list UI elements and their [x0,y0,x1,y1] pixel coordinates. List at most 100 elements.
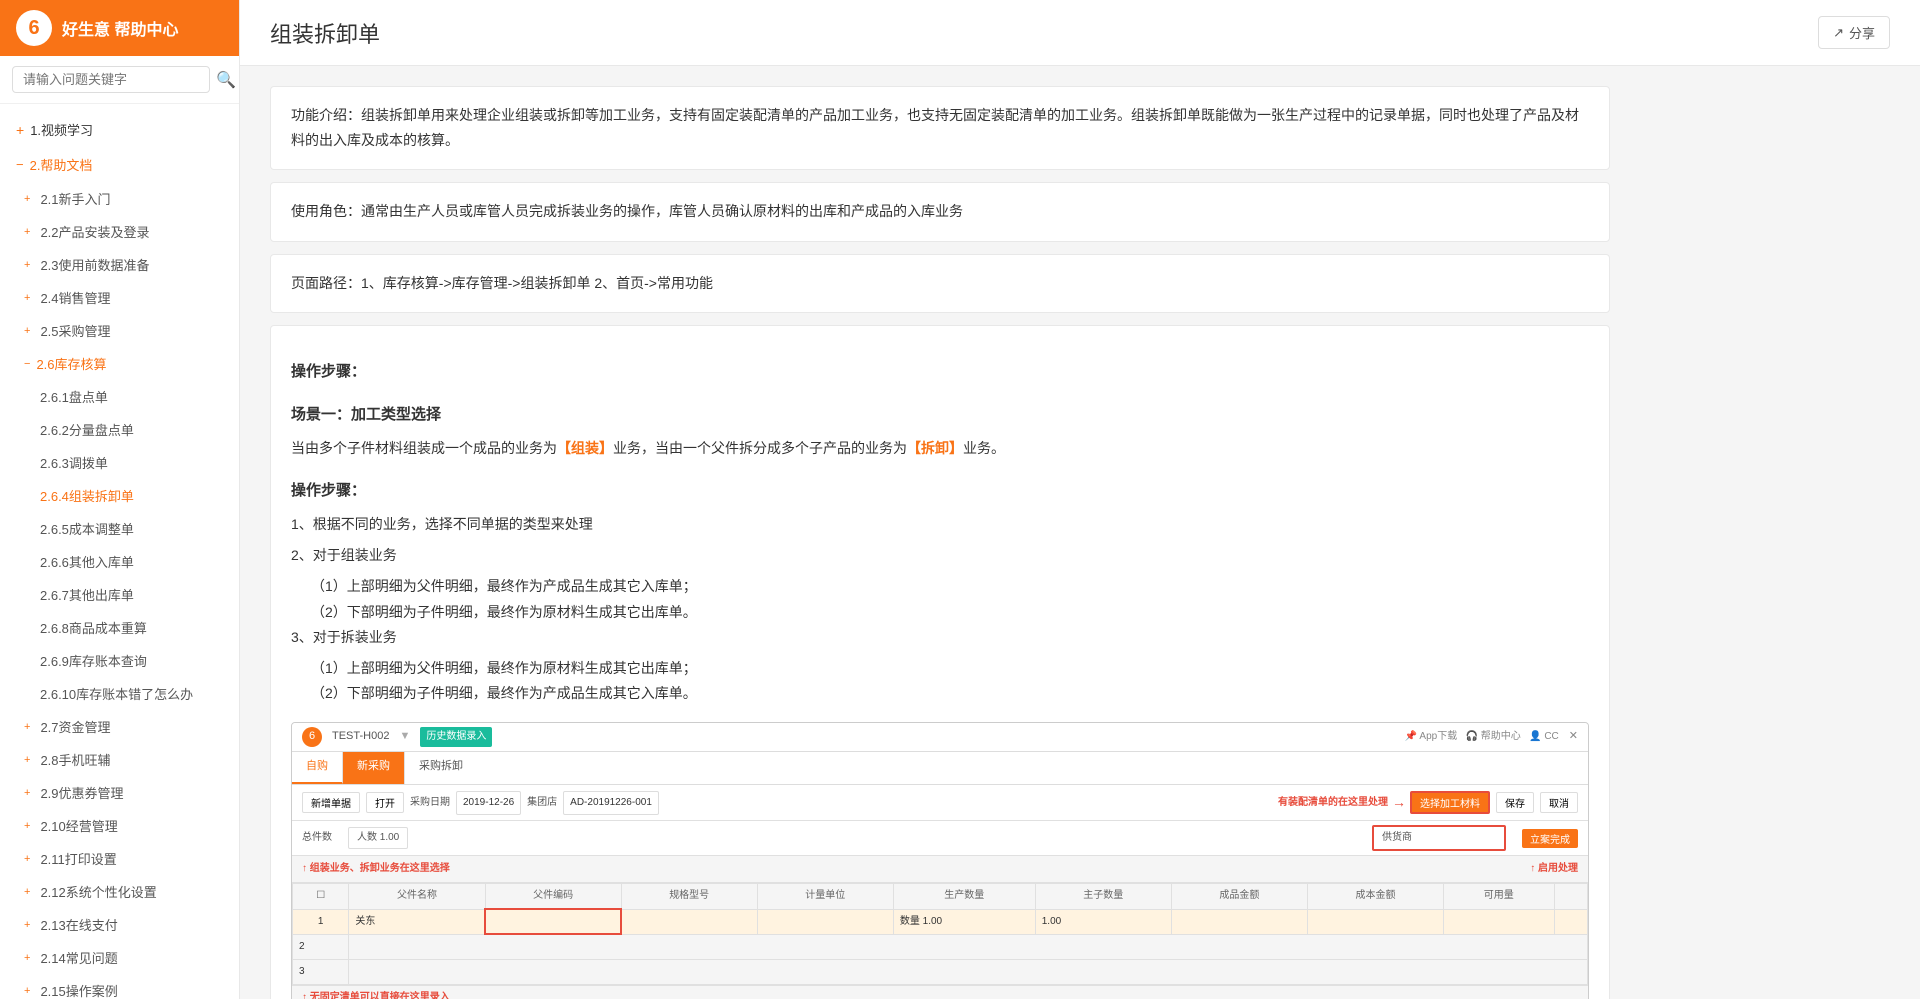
nav-sub-item-2.12[interactable]: + 2.12系统个性化设置 [0,875,239,908]
td-1-prod-amt [1171,909,1307,934]
mock-btn-open[interactable]: 打开 [366,792,404,813]
share-button[interactable]: ↗ 分享 [1818,16,1890,49]
path-block: 页面路径：1、库存核算->库存管理->组装拆卸单 2、首页->常用功能 [270,254,1610,313]
td-1-spec [621,909,757,934]
mock-btn-save[interactable]: 保存 [1496,792,1534,813]
nav-sub-item-2.6.8[interactable]: 2.6.8商品成本重算 [0,611,239,644]
nav-sub-item-2.1[interactable]: + 2.1新手入门 [0,182,239,215]
mock-qty-value: 人数 1.00 [348,827,408,849]
th-parent-name: 父件名称 [349,884,485,910]
step-3-sub-1: （1）上部明细为父件明细，最终作为原材料生成其它出库单； [291,656,1589,681]
main-content: 组装拆卸单 ↗ 分享 功能介绍：组装拆卸单用来处理企业组装或拆卸等加工业务，支持… [240,0,1920,999]
mock-code-label: 集团店 [527,794,557,812]
search-input[interactable] [12,66,210,93]
nav-sub-item-2.6.3[interactable]: 2.6.3调拨单 [0,446,239,479]
mock-sub-info: 总件数 人数 1.00 供货商 立案完成 [292,821,1588,856]
nav-sub-item-2.6.1[interactable]: 2.6.1盘点单 [0,380,239,413]
intro-block: 功能介绍：组装拆卸单用来处理企业组装或拆卸等加工业务，支持有固定装配清单的产品加… [270,86,1610,170]
step-2: 2、对于组装业务 [291,543,1589,568]
th-prod-qty: 生产数量 [893,884,1035,910]
collapse-icon-2.6: − [24,358,30,370]
nav-label-2.6.10: 2.6.10库存账本错了怎么办 [40,684,193,703]
td-1-name: 关东 [349,909,485,934]
mock-btn-cancel[interactable]: 取消 [1540,792,1578,813]
td-2-check: 2 [293,934,349,959]
annotation-3-area: ↑ 组装业务、拆卸业务在这里选择 [302,860,450,878]
path-text: 页面路径：1、库存核算->库存管理->组装拆卸单 2、首页->常用功能 [291,271,1589,296]
mock-tab-disassemble[interactable]: 采购拆卸 [405,752,477,784]
nav-label-2.4: 2.4销售管理 [40,288,110,307]
operations-title: 操作步骤： [291,358,1589,385]
nav-item-help-docs[interactable]: − 2.帮助文档 [0,147,239,182]
nav-label-2.6.9: 2.6.9库存账本查询 [40,651,147,670]
nav-sub-item-2.6.4[interactable]: 2.6.4组装拆卸单 [0,479,239,512]
mock-btn-add[interactable]: 新增单据 [302,792,360,813]
expand-icon-2.5: + [24,325,30,337]
td-3-empty [349,959,1588,984]
mock-tab-zigo[interactable]: 自购 [292,752,343,784]
nav-sub-item-2.2[interactable]: + 2.2产品安装及登录 [0,215,239,248]
nav-sub-item-2.6.10[interactable]: 2.6.10库存账本错了怎么办 [0,677,239,710]
expand-icon-2.1: + [24,193,30,205]
th-avail-qty: 可用量 [1444,884,1554,910]
nav-sub-item-2.8[interactable]: + 2.8手机旺辅 [0,743,239,776]
screenshot-container: 6 TEST-H002 ▼ 历史数据录入 📌 App下载 🎧 帮助中心 👤 CC… [291,722,1589,999]
th-checkbox: ☐ [293,884,349,910]
table-row-3: 3 [293,959,1588,984]
th-unit: 计量单位 [757,884,893,910]
nav-sub-item-2.9[interactable]: + 2.9优惠券管理 [0,776,239,809]
nav-sub-item-2.6.2[interactable]: 2.6.2分量盘点单 [0,413,239,446]
td-1-code [485,909,621,934]
nav-sub-item-2.6.7[interactable]: 2.6.7其他出库单 [0,578,239,611]
mock-confirm-btn[interactable]: 立案完成 [1522,829,1578,848]
topbar-id: TEST-H002 [332,727,389,747]
nav-label-2.2: 2.2产品安装及登录 [40,222,149,241]
mock-supplier-label: 供货商 [1382,829,1412,847]
nav-sub-item-2.6.5[interactable]: 2.6.5成本调整单 [0,512,239,545]
mock-btn-select-material[interactable]: 选择加工材料 [1410,791,1490,814]
nav-item-video-learning[interactable]: + 1.视频学习 [0,112,239,147]
nav-sub-item-2.5[interactable]: + 2.5采购管理 [0,314,239,347]
search-button[interactable]: 🔍 [216,70,236,90]
mock-tab-new[interactable]: 新采购 [343,752,405,784]
nav-sub-item-2.3[interactable]: + 2.3使用前数据准备 [0,248,239,281]
nav-sub-item-2.6.9[interactable]: 2.6.9库存账本查询 [0,644,239,677]
expand-icon-2.12: + [24,886,30,898]
th-parent-code: 父件编码 [485,884,621,910]
nav-sub-item-2.13[interactable]: + 2.13在线支付 [0,908,239,941]
page-title: 组装拆卸单 [270,17,380,49]
td-1-prod-qty: 数量 1.00 [893,909,1035,934]
nav-sub-item-2.11[interactable]: + 2.11打印设置 [0,842,239,875]
content-body: 功能介绍：组装拆卸单用来处理企业组装或拆卸等加工业务，支持有固定装配清单的产品加… [240,66,1640,999]
nav-label-2.6.1: 2.6.1盘点单 [40,387,108,406]
collapse-icon-2: − [16,157,24,172]
th-spec: 规格型号 [621,884,757,910]
share-label: 分享 [1849,23,1875,42]
step-1: 1、根据不同的业务，选择不同单据的类型来处理 [291,512,1589,537]
sidebar-header: 6 好生意 帮助中心 [0,0,239,56]
nav-sub-item-2.7[interactable]: + 2.7资金管理 [0,710,239,743]
nav-sub-item-2.4[interactable]: + 2.4销售管理 [0,281,239,314]
logo-icon: 6 [16,10,52,46]
nav-label-2.6.6: 2.6.6其他入库单 [40,552,134,571]
expand-icon-2.2: + [24,226,30,238]
share-icon: ↗ [1833,25,1844,41]
nav-sub-item-2.6[interactable]: − 2.6库存核算 [0,347,239,380]
nav-label-1: 1.视频学习 [30,120,93,139]
expand-icon-2.14: + [24,952,30,964]
expand-icon-2.3: + [24,259,30,271]
topbar-icons: 📌 App下载 🎧 帮助中心 👤 CC [1405,728,1559,746]
step-3: 3、对于拆装业务 [291,625,1589,650]
nav-label-2.14: 2.14常见问题 [40,948,117,967]
th-ops [1554,884,1587,910]
nav-sub-item-2.15[interactable]: + 2.15操作案例 [0,974,239,999]
nav-label-2.11: 2.11打印设置 [40,849,116,868]
td-1-unit [757,909,893,934]
nav-sub-item-2.14[interactable]: + 2.14常见问题 [0,941,239,974]
mock-date-label: 采购日期 [410,794,450,812]
mock-upper-table-wrapper: ☐ 父件名称 父件编码 规格型号 计量单位 生产数量 主子数量 成品金额 成本金… [292,883,1588,985]
nav-sub-item-2.10[interactable]: + 2.10经营管理 [0,809,239,842]
td-1-check: 1 [293,909,349,934]
expand-icon-2.11: + [24,853,30,865]
nav-sub-item-2.6.6[interactable]: 2.6.6其他入库单 [0,545,239,578]
